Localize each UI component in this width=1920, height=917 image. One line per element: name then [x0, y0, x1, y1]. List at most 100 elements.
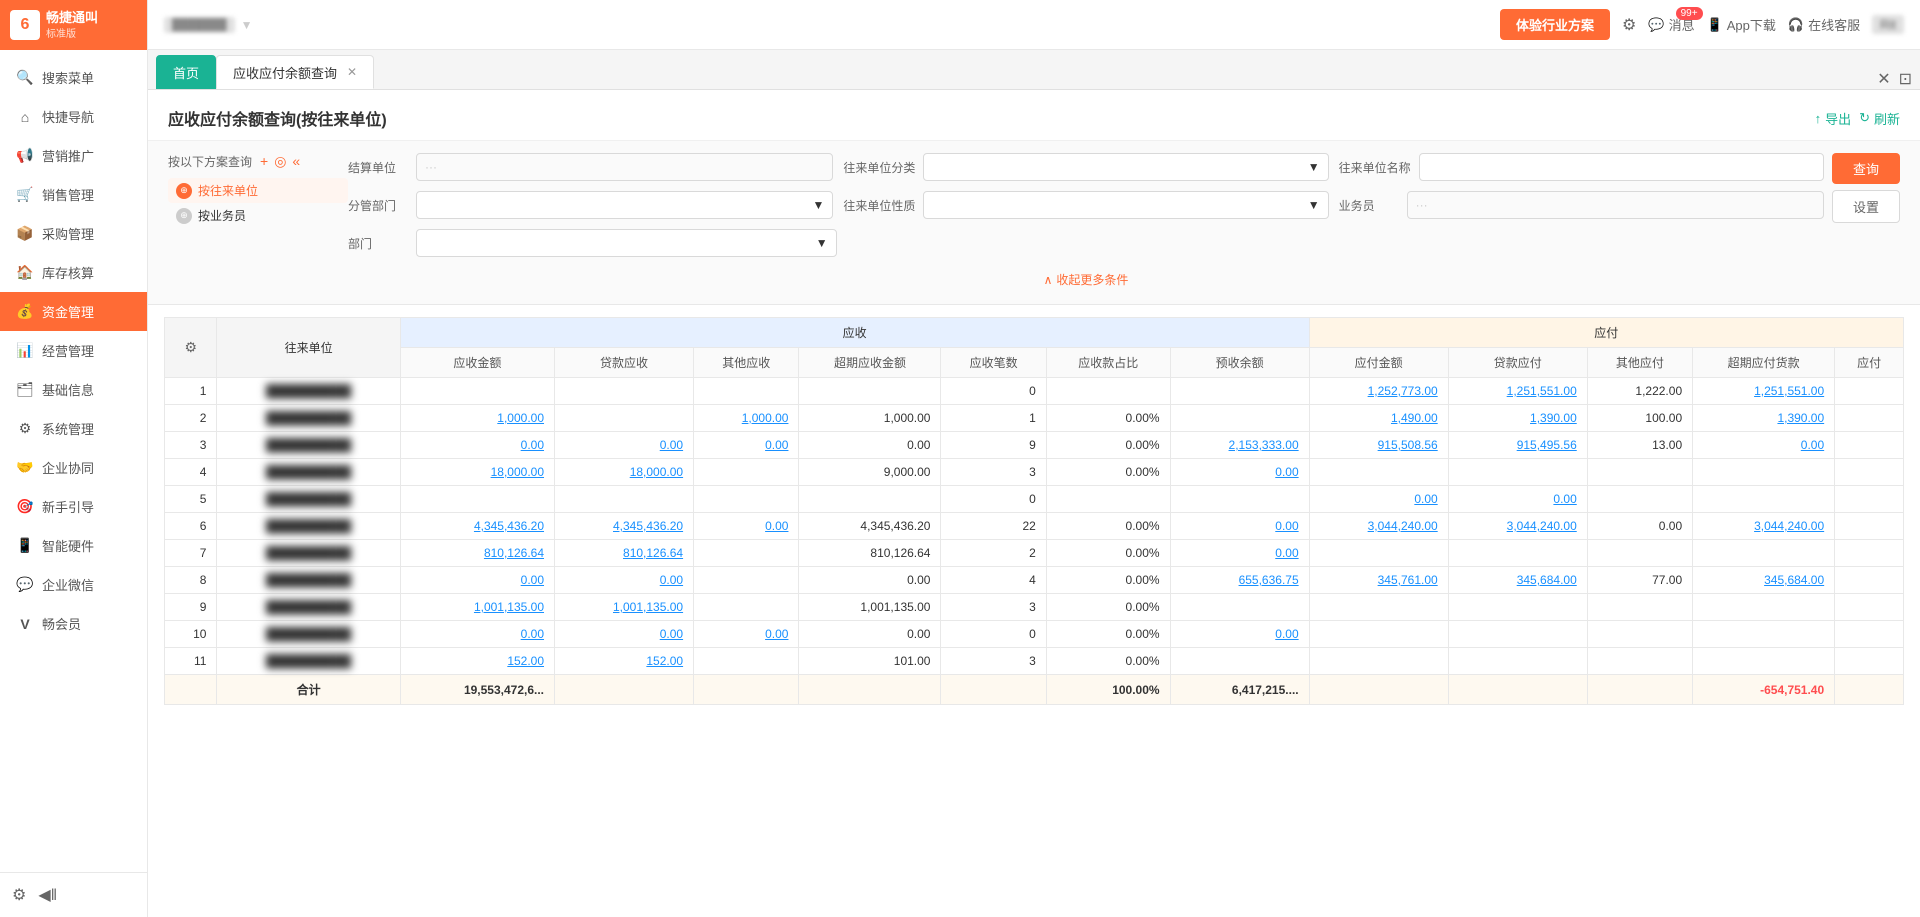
sidebar-settings-icon[interactable]: ⚙: [12, 885, 26, 905]
table-cell: 0.00%: [1046, 594, 1170, 621]
table-cell[interactable]: 4,345,436.20: [555, 513, 694, 540]
sidebar-item-search-menu[interactable]: 🔍 搜索菜单: [0, 58, 147, 97]
online-service-button[interactable]: 🎧 在线客服: [1788, 15, 1860, 34]
table-cell: 0.00%: [1046, 405, 1170, 432]
scheme-edit-btn[interactable]: ◎: [274, 153, 286, 170]
query-button[interactable]: 查询: [1832, 153, 1900, 184]
sidebar-item-basic[interactable]: 🗂 基础信息: [0, 370, 147, 409]
sidebar-item-quick-nav[interactable]: ⌂ 快捷导航: [0, 97, 147, 136]
refresh-button[interactable]: ↻ 刷新: [1859, 109, 1900, 128]
tab-expand[interactable]: ⊡: [1899, 69, 1912, 89]
table-cell[interactable]: 1,390.00: [1448, 405, 1587, 432]
table-cell[interactable]: 0.00: [1309, 486, 1448, 513]
table-cell[interactable]: 345,684.00: [1693, 567, 1835, 594]
table-cell: 9: [941, 432, 1046, 459]
table-cell[interactable]: 655,636.75: [1170, 567, 1309, 594]
table-cell[interactable]: 0.00: [1448, 486, 1587, 513]
table-cell[interactable]: 0.00: [555, 621, 694, 648]
table-cell[interactable]: 915,495.56: [1448, 432, 1587, 459]
table-cell[interactable]: 0.00: [1170, 621, 1309, 648]
table-cell[interactable]: 18,000.00: [400, 459, 554, 486]
table-cell-partner: ██████████: [217, 594, 400, 621]
sidebar-item-wechat[interactable]: 💬 企业微信: [0, 565, 147, 604]
table-cell[interactable]: 1,252,773.00: [1309, 378, 1448, 405]
settlement-unit-input[interactable]: ···: [416, 153, 833, 181]
table-cell[interactable]: 3,044,240.00: [1693, 513, 1835, 540]
partner-nature-select[interactable]: ▼: [923, 191, 1328, 219]
table-cell: 11: [165, 648, 217, 675]
table-cell[interactable]: 0.00: [694, 432, 799, 459]
scheme-salesperson[interactable]: ⊕ 按业务员: [168, 203, 348, 228]
sidebar-item-purchase[interactable]: 📦 采购管理: [0, 214, 147, 253]
table-cell[interactable]: 3,044,240.00: [1309, 513, 1448, 540]
table-cell[interactable]: 0.00: [400, 621, 554, 648]
table-cell[interactable]: 1,000.00: [400, 405, 554, 432]
table-cell[interactable]: 0.00: [1170, 513, 1309, 540]
table-cell[interactable]: 810,126.64: [555, 540, 694, 567]
table-cell[interactable]: 0.00: [1170, 540, 1309, 567]
sidebar-item-hardware[interactable]: 📱 智能硬件: [0, 526, 147, 565]
table-cell[interactable]: 3,044,240.00: [1448, 513, 1587, 540]
tab-close-icon[interactable]: ✕: [347, 65, 357, 79]
tab-close-window[interactable]: ✕: [1877, 69, 1890, 89]
message-badge: 99+: [1676, 7, 1703, 20]
table-cell[interactable]: 18,000.00: [555, 459, 694, 486]
export-button[interactable]: ↑ 导出: [1815, 109, 1852, 128]
collapse-button[interactable]: ∧ 收起更多条件: [348, 267, 1824, 292]
scheme-partner[interactable]: ⊕ 按往来单位: [168, 178, 348, 203]
scheme-collapse-btn[interactable]: «: [292, 153, 300, 170]
sidebar-item-sales[interactable]: 🛒 销售管理: [0, 175, 147, 214]
table-cell[interactable]: 915,508.56: [1309, 432, 1448, 459]
table-cell[interactable]: 1,490.00: [1309, 405, 1448, 432]
department-select[interactable]: ▼: [416, 229, 837, 257]
table-cell[interactable]: 0.00: [1693, 432, 1835, 459]
sidebar-collapse-icon[interactable]: ◀‖: [38, 885, 57, 905]
table-cell[interactable]: 0.00: [555, 567, 694, 594]
sidebar-item-guide[interactable]: 🎯 新手引导: [0, 487, 147, 526]
table-cell[interactable]: 0.00: [555, 432, 694, 459]
table-cell[interactable]: 152.00: [555, 648, 694, 675]
setting-button[interactable]: 设置: [1832, 190, 1900, 223]
table-cell: [1170, 594, 1309, 621]
table-cell[interactable]: 1,251,551.00: [1448, 378, 1587, 405]
salesperson-input[interactable]: ···: [1407, 191, 1824, 219]
table-cell[interactable]: 0.00: [400, 432, 554, 459]
sidebar-item-marketing[interactable]: 📢 营销推广: [0, 136, 147, 175]
table-cell[interactable]: 345,761.00: [1309, 567, 1448, 594]
partner-category-select[interactable]: ▼: [923, 153, 1328, 181]
sidebar-item-inventory[interactable]: 🏠 库存核算: [0, 253, 147, 292]
sidebar-item-operation[interactable]: 📊 经营管理: [0, 331, 147, 370]
table-cell[interactable]: 1,000.00: [694, 405, 799, 432]
dept-manager-select[interactable]: ▼: [416, 191, 833, 219]
partner-name-input[interactable]: [1419, 153, 1824, 181]
sidebar-item-system[interactable]: ⚙ 系统管理: [0, 409, 147, 448]
message-button[interactable]: 💬 消息 99+: [1648, 15, 1694, 34]
table-cell[interactable]: 0.00: [1170, 459, 1309, 486]
table-cell[interactable]: 2,153,333.00: [1170, 432, 1309, 459]
table-cell[interactable]: 0.00: [400, 567, 554, 594]
sidebar-item-enterprise[interactable]: 🤝 企业协同: [0, 448, 147, 487]
table-cell[interactable]: 1,001,135.00: [555, 594, 694, 621]
sidebar-item-finance[interactable]: 💰 资金管理: [0, 292, 147, 331]
table-cell[interactable]: 1,251,551.00: [1693, 378, 1835, 405]
table-cell[interactable]: 152.00: [400, 648, 554, 675]
table-cell: 22: [941, 513, 1046, 540]
th-ar-ratio: 应收款占比: [1046, 348, 1170, 378]
table-cell[interactable]: 0.00: [694, 621, 799, 648]
tab-home[interactable]: 首页: [156, 55, 216, 89]
th-settings[interactable]: ⚙: [165, 318, 217, 378]
table-cell[interactable]: 1,001,135.00: [400, 594, 554, 621]
trial-button[interactable]: 体验行业方案: [1500, 9, 1610, 40]
tab-ar-ap[interactable]: 应收应付余额查询 ✕: [216, 55, 374, 89]
scheme-add-btn[interactable]: +: [260, 153, 268, 170]
user-name[interactable]: Rit: [1872, 15, 1904, 34]
table-cell[interactable]: 4,345,436.20: [400, 513, 554, 540]
app-download-button[interactable]: 📱 App下载: [1707, 15, 1776, 34]
sidebar-item-vip[interactable]: V 畅会员: [0, 604, 147, 643]
table-cell[interactable]: 0.00: [694, 513, 799, 540]
table-cell[interactable]: 345,684.00: [1448, 567, 1587, 594]
table-cell[interactable]: 810,126.64: [400, 540, 554, 567]
gear-icon[interactable]: ⚙: [1622, 15, 1636, 35]
table-cell[interactable]: 1,390.00: [1693, 405, 1835, 432]
table-settings-icon[interactable]: ⚙: [184, 339, 197, 355]
